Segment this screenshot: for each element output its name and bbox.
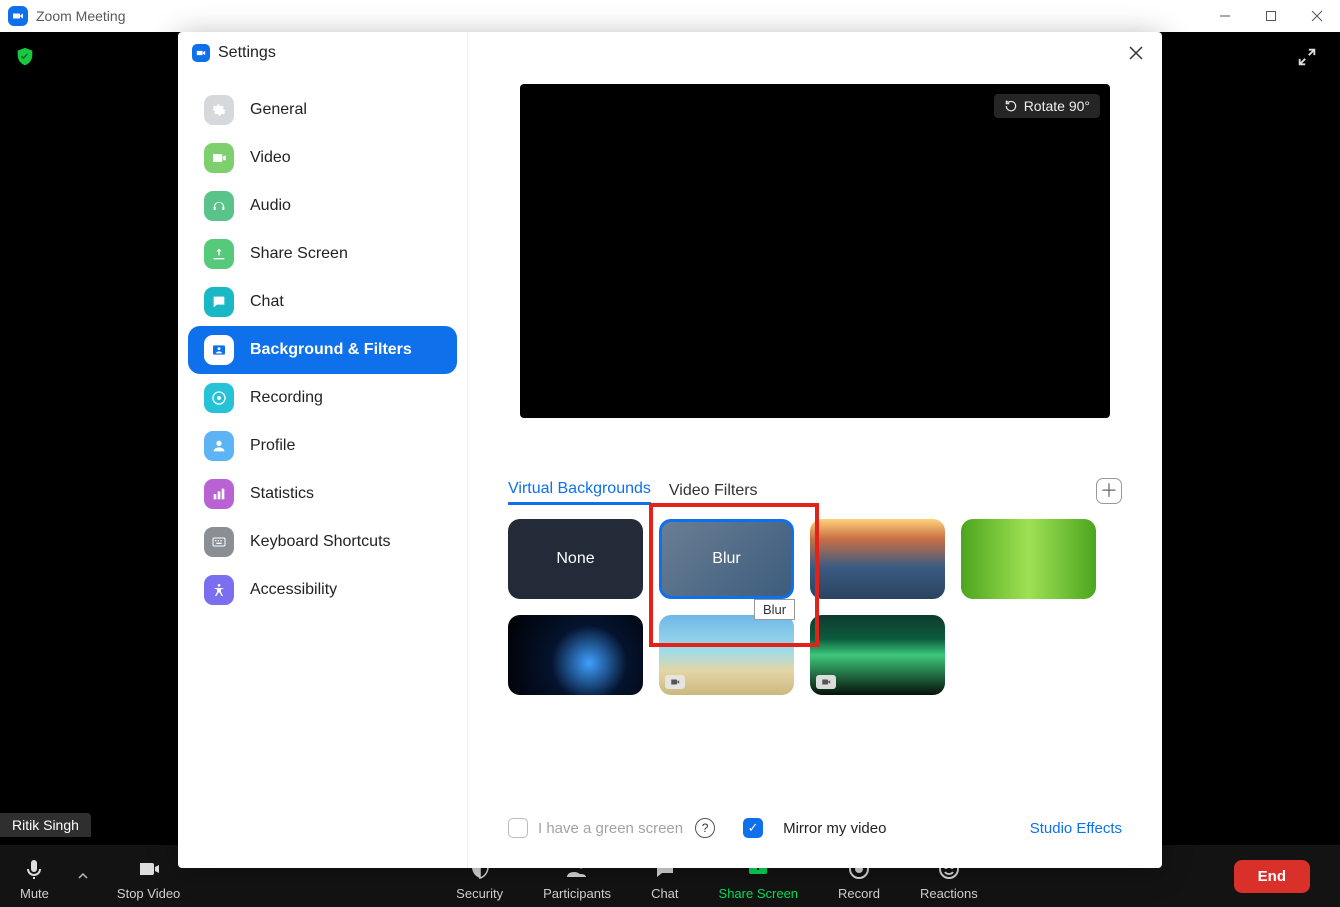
accessibility-icon bbox=[204, 575, 234, 605]
end-meeting-button[interactable]: End bbox=[1234, 860, 1310, 893]
video-camera-icon bbox=[136, 856, 162, 882]
studio-effects-link[interactable]: Studio Effects bbox=[1030, 820, 1122, 837]
record-dot-icon bbox=[204, 383, 234, 413]
nav-share-screen[interactable]: Share Screen bbox=[188, 230, 457, 278]
settings-footer: I have a green screen ? Mirror my video … bbox=[508, 808, 1122, 838]
nav-audio[interactable]: Audio bbox=[188, 182, 457, 230]
chat-label: Chat bbox=[651, 886, 678, 901]
zoom-logo-icon bbox=[192, 44, 210, 62]
nav-keyboard-shortcuts[interactable]: Keyboard Shortcuts bbox=[188, 518, 457, 566]
bg-thumb-grass[interactable] bbox=[961, 519, 1096, 599]
video-badge-icon bbox=[816, 675, 836, 689]
share-up-icon bbox=[204, 239, 234, 269]
nav-recording[interactable]: Recording bbox=[188, 374, 457, 422]
stop-video-label: Stop Video bbox=[117, 886, 180, 901]
tab-virtual-backgrounds[interactable]: Virtual Backgrounds bbox=[508, 476, 651, 505]
nav-share-label: Share Screen bbox=[250, 245, 348, 263]
add-background-button[interactable]: ＋ bbox=[1096, 478, 1122, 504]
rotate-90-button[interactable]: Rotate 90° bbox=[994, 94, 1100, 118]
settings-dialog: Settings General Video Audio Share Scree… bbox=[178, 32, 1162, 868]
nav-profile[interactable]: Profile bbox=[188, 422, 457, 470]
bg-thumb-beach[interactable] bbox=[659, 615, 794, 695]
nav-chat[interactable]: Chat bbox=[188, 278, 457, 326]
background-tabs: Virtual Backgrounds Video Filters ＋ bbox=[508, 476, 1122, 505]
nav-general-label: General bbox=[250, 101, 307, 119]
nav-video-label: Video bbox=[250, 149, 291, 167]
nav-general[interactable]: General bbox=[188, 86, 457, 134]
bg-thumb-blur[interactable]: Blur bbox=[659, 519, 794, 599]
video-preview: Rotate 90° bbox=[520, 84, 1110, 418]
window-title: Zoom Meeting bbox=[36, 8, 125, 24]
nav-accessibility[interactable]: Accessibility bbox=[188, 566, 457, 614]
nav-kb-label: Keyboard Shortcuts bbox=[250, 533, 391, 551]
bg-none-label: None bbox=[556, 550, 594, 568]
audio-options-caret[interactable] bbox=[69, 845, 97, 907]
mute-label: Mute bbox=[20, 886, 49, 901]
share-screen-label: Share Screen bbox=[719, 886, 799, 901]
tab-video-filters[interactable]: Video Filters bbox=[669, 478, 758, 504]
nav-video[interactable]: Video bbox=[188, 134, 457, 182]
nav-statistics-label: Statistics bbox=[250, 485, 314, 503]
nav-chat-label: Chat bbox=[250, 293, 284, 311]
person-card-icon bbox=[204, 335, 234, 365]
record-label: Record bbox=[838, 886, 880, 901]
person-icon bbox=[204, 431, 234, 461]
bar-chart-icon bbox=[204, 479, 234, 509]
window-minimize-button[interactable] bbox=[1202, 0, 1248, 32]
settings-title: Settings bbox=[218, 44, 276, 62]
green-screen-help-icon[interactable]: ? bbox=[695, 818, 715, 838]
reactions-label: Reactions bbox=[920, 886, 978, 901]
window-maximize-button[interactable] bbox=[1248, 0, 1294, 32]
nav-recording-label: Recording bbox=[250, 389, 323, 407]
meeting-area: Ritik Singh Mute ˣ Stop Video Security ˣ… bbox=[0, 32, 1340, 907]
window-close-button[interactable] bbox=[1294, 0, 1340, 32]
video-icon bbox=[204, 143, 234, 173]
nav-statistics[interactable]: Statistics bbox=[188, 470, 457, 518]
bg-thumb-golden-gate[interactable] bbox=[810, 519, 945, 599]
background-grid: None Blur Blur bbox=[508, 519, 1122, 695]
blur-tooltip: Blur bbox=[754, 599, 795, 620]
self-name-label: Ritik Singh bbox=[0, 813, 91, 837]
zoom-logo-icon bbox=[8, 6, 28, 26]
headphones-icon bbox=[204, 191, 234, 221]
microphone-icon bbox=[21, 856, 47, 882]
bg-thumb-none[interactable]: None bbox=[508, 519, 643, 599]
enter-fullscreen-button[interactable] bbox=[1296, 46, 1318, 73]
green-screen-checkbox[interactable] bbox=[508, 818, 528, 838]
gear-icon bbox=[204, 95, 234, 125]
keyboard-icon bbox=[204, 527, 234, 557]
encryption-shield-icon[interactable] bbox=[14, 46, 36, 73]
chat-icon bbox=[204, 287, 234, 317]
mirror-video-checkbox[interactable] bbox=[743, 818, 763, 838]
mirror-video-label: Mirror my video bbox=[783, 820, 886, 837]
video-badge-icon bbox=[665, 675, 685, 689]
bg-blur-label: Blur bbox=[712, 550, 740, 568]
green-screen-label: I have a green screen bbox=[538, 820, 683, 837]
bg-thumb-aurora[interactable] bbox=[810, 615, 945, 695]
participants-label: Participants bbox=[543, 886, 611, 901]
nav-profile-label: Profile bbox=[250, 437, 295, 455]
nav-bg-label: Background & Filters bbox=[250, 341, 412, 359]
settings-content: Rotate 90° Virtual Backgrounds Video Fil… bbox=[468, 32, 1162, 868]
bg-thumb-earth[interactable] bbox=[508, 615, 643, 695]
settings-sidebar: General Video Audio Share Screen Chat Ba… bbox=[178, 32, 468, 868]
window-titlebar: Zoom Meeting bbox=[0, 0, 1340, 32]
nav-acc-label: Accessibility bbox=[250, 581, 337, 599]
mute-button[interactable]: Mute bbox=[0, 845, 69, 907]
nav-audio-label: Audio bbox=[250, 197, 291, 215]
security-label: Security bbox=[456, 886, 503, 901]
nav-background-filters[interactable]: Background & Filters bbox=[188, 326, 457, 374]
rotate-label: Rotate 90° bbox=[1024, 98, 1090, 114]
